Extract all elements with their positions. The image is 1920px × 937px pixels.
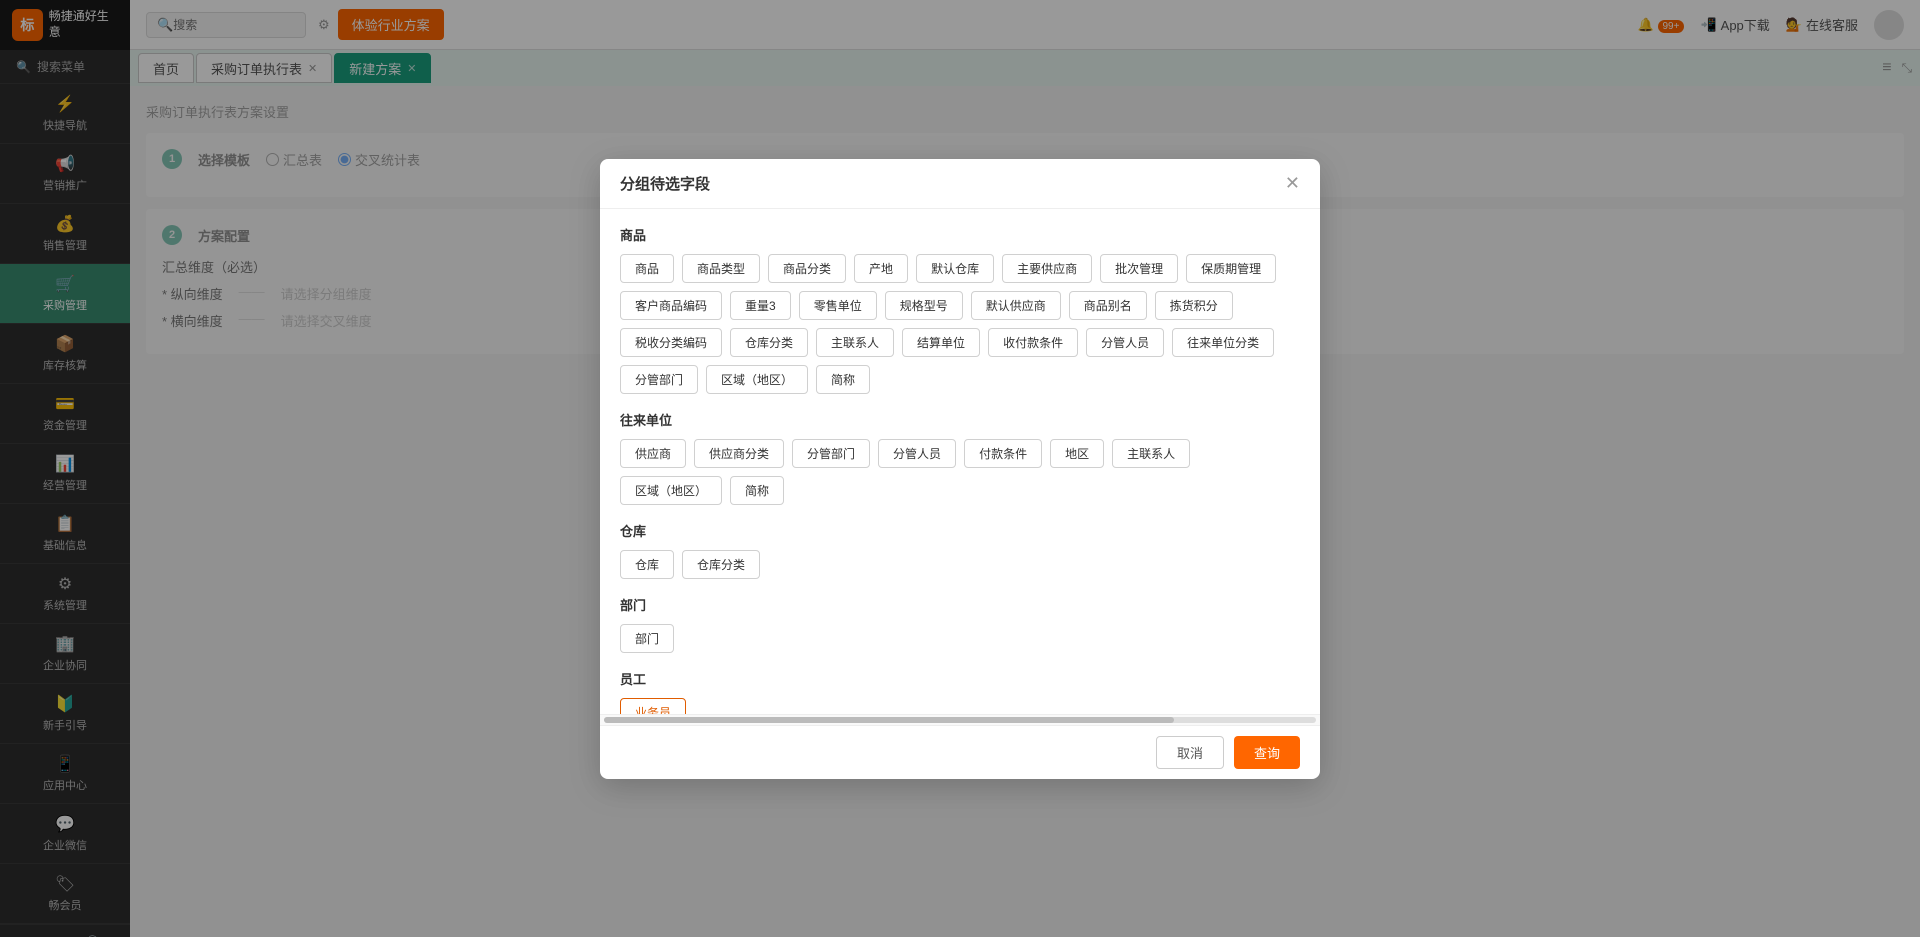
section-department: 部门 部门	[620, 595, 1300, 653]
field-tag[interactable]: 分管部门	[792, 439, 870, 468]
field-tag[interactable]: 供应商分类	[694, 439, 784, 468]
section-employee: 员工 业务员	[620, 669, 1300, 714]
field-tag[interactable]: 分管人员	[1086, 328, 1164, 357]
modal-footer: 取消 查询	[600, 725, 1320, 779]
horizontal-scrollbar[interactable]	[604, 717, 1316, 723]
field-tag[interactable]: 区域（地区）	[706, 365, 808, 394]
section-goods-title: 商品	[620, 225, 1300, 244]
field-tag[interactable]: 收付款条件	[988, 328, 1078, 357]
field-tag[interactable]: 往来单位分类	[1172, 328, 1274, 357]
section-employee-title: 员工	[620, 669, 1300, 688]
field-tag[interactable]: 仓库	[620, 550, 674, 579]
section-warehouse: 仓库 仓库 仓库分类	[620, 521, 1300, 579]
section-partner: 往来单位 供应商 供应商分类 分管部门 分管人员 付款条件 地区 主联系人 区域…	[620, 410, 1300, 505]
field-tag[interactable]: 仓库分类	[682, 550, 760, 579]
field-tag[interactable]: 主要供应商	[1002, 254, 1092, 283]
field-tag[interactable]: 分管人员	[878, 439, 956, 468]
field-tag[interactable]: 付款条件	[964, 439, 1042, 468]
field-tag[interactable]: 供应商	[620, 439, 686, 468]
field-tag[interactable]: 主联系人	[816, 328, 894, 357]
section-partner-title: 往来单位	[620, 410, 1300, 429]
section-warehouse-title: 仓库	[620, 521, 1300, 540]
confirm-button[interactable]: 查询	[1234, 736, 1300, 769]
field-tag[interactable]: 重量3	[730, 291, 791, 320]
field-tag[interactable]: 分管部门	[620, 365, 698, 394]
modal-scrollbar-area	[600, 714, 1320, 725]
field-tag[interactable]: 商品别名	[1069, 291, 1147, 320]
modal-header: 分组待选字段 ✕	[600, 159, 1320, 209]
field-tag[interactable]: 主联系人	[1112, 439, 1190, 468]
field-tag[interactable]: 保质期管理	[1186, 254, 1276, 283]
section-goods: 商品 商品 商品类型 商品分类 产地 默认仓库 主要供应商 批次管理 保质期管理…	[620, 225, 1300, 394]
section-employee-fields: 业务员	[620, 698, 1300, 714]
field-tag[interactable]: 部门	[620, 624, 674, 653]
field-tag[interactable]: 简称	[816, 365, 870, 394]
modal-close-btn[interactable]: ✕	[1285, 174, 1300, 192]
field-tag[interactable]: 业务员	[620, 698, 686, 714]
modal-title: 分组待选字段	[620, 173, 710, 194]
field-tag[interactable]: 简称	[730, 476, 784, 505]
field-tag[interactable]: 仓库分类	[730, 328, 808, 357]
field-tag[interactable]: 客户商品编码	[620, 291, 722, 320]
field-tag[interactable]: 默认仓库	[916, 254, 994, 283]
field-tag[interactable]: 拣货积分	[1155, 291, 1233, 320]
section-warehouse-fields: 仓库 仓库分类	[620, 550, 1300, 579]
modal-overlay: 分组待选字段 ✕ 商品 商品 商品类型 商品分类 产地 默认仓库 主要供应商 批…	[0, 0, 1920, 937]
field-tag[interactable]: 税收分类编码	[620, 328, 722, 357]
field-select-modal: 分组待选字段 ✕ 商品 商品 商品类型 商品分类 产地 默认仓库 主要供应商 批…	[600, 159, 1320, 779]
section-partner-fields: 供应商 供应商分类 分管部门 分管人员 付款条件 地区 主联系人 区域（地区） …	[620, 439, 1300, 505]
section-department-title: 部门	[620, 595, 1300, 614]
field-tag[interactable]: 地区	[1050, 439, 1104, 468]
field-tag[interactable]: 商品分类	[768, 254, 846, 283]
field-tag[interactable]: 规格型号	[885, 291, 963, 320]
field-tag[interactable]: 结算单位	[902, 328, 980, 357]
field-tag[interactable]: 商品	[620, 254, 674, 283]
field-tag[interactable]: 零售单位	[799, 291, 877, 320]
section-goods-fields: 商品 商品类型 商品分类 产地 默认仓库 主要供应商 批次管理 保质期管理 客户…	[620, 254, 1300, 394]
field-tag[interactable]: 产地	[854, 254, 908, 283]
cancel-button[interactable]: 取消	[1156, 736, 1224, 769]
field-tag[interactable]: 批次管理	[1100, 254, 1178, 283]
modal-body: 商品 商品 商品类型 商品分类 产地 默认仓库 主要供应商 批次管理 保质期管理…	[600, 209, 1320, 714]
field-tag[interactable]: 商品类型	[682, 254, 760, 283]
field-tag[interactable]: 默认供应商	[971, 291, 1061, 320]
section-department-fields: 部门	[620, 624, 1300, 653]
field-tag[interactable]: 区域（地区）	[620, 476, 722, 505]
